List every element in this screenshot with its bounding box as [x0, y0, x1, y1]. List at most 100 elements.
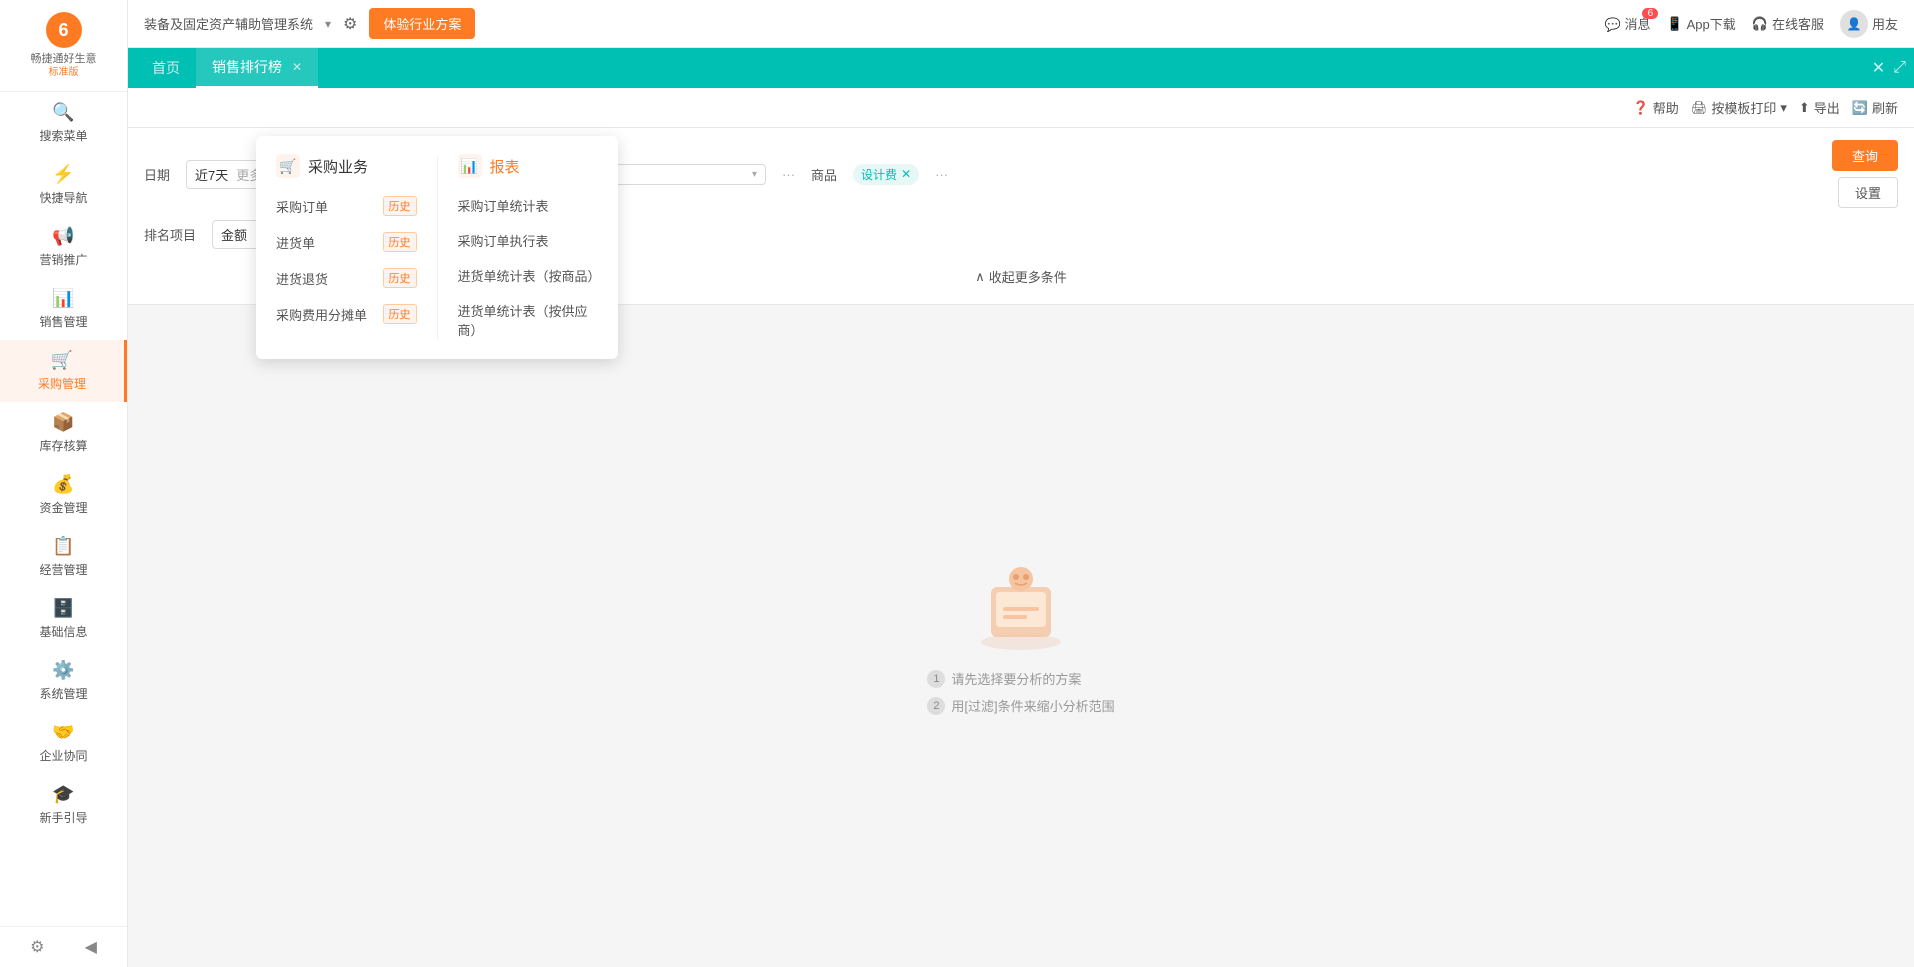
sidebar-item-enterprise[interactable]: 🤝企业协同: [0, 712, 127, 774]
online-service-btn[interactable]: 🎧 在线客服: [1752, 14, 1824, 33]
sidebar-collapse-btn[interactable]: ◀: [85, 937, 97, 957]
tab-close-icon[interactable]: ✕: [292, 60, 302, 74]
filter-settings-btn[interactable]: 设置: [1838, 177, 1898, 208]
msg-icon: 💬: [1605, 17, 1621, 32]
sales-icon: 📊: [52, 288, 74, 309]
refresh-label: 刷新: [1872, 98, 1898, 117]
purchase-menu-header: 🛒 采购业务: [264, 148, 429, 188]
menu-item-purchase-order[interactable]: 采购订单 历史: [264, 188, 429, 224]
main-content: 装备及固定资产辅助管理系统 ▾ ⚙ 体验行业方案 💬 消息 6 📱 App下载 …: [128, 0, 1914, 967]
tab-maximize-btn[interactable]: ⤢: [1893, 59, 1906, 77]
export-label: 导出: [1814, 98, 1840, 117]
user-avatar: 👤: [1840, 10, 1868, 38]
print-btn[interactable]: 🖨 按模板打印 ▾: [1691, 98, 1787, 117]
enterprise-icon: 🤝: [52, 722, 74, 743]
msg-btn[interactable]: 💬 消息 6: [1605, 14, 1651, 33]
logo-icon: 6: [46, 12, 82, 48]
empty-illustration: [961, 557, 1081, 657]
help-label: 帮助: [1653, 98, 1679, 117]
system-title-chevron[interactable]: ▾: [325, 17, 331, 31]
export-btn[interactable]: ⬆ 导出: [1799, 98, 1840, 117]
sidebar-item-newbie[interactable]: 🎓新手引导: [0, 774, 127, 836]
headset-icon: 🎧: [1752, 16, 1768, 32]
sidebar-item-search[interactable]: 🔍搜索菜单: [0, 92, 127, 154]
tab-sales-rank-label: 销售排行榜: [212, 57, 282, 77]
top-settings-icon[interactable]: ⚙: [343, 14, 357, 34]
tab-sales-rank[interactable]: 销售排行榜 ✕: [196, 48, 318, 88]
empty-tip-1: 1 请先选择要分析的方案: [927, 669, 1114, 688]
dropdown-menu: 🛒 采购业务 采购订单 历史 进货单 历史 进货退货 历史: [256, 136, 618, 359]
sidebar-settings-btn[interactable]: ⚙: [30, 937, 44, 957]
sidebar-item-quick-nav[interactable]: ⚡快捷导航: [0, 154, 127, 216]
sidebar-item-marketing[interactable]: 📢营销推广: [0, 216, 127, 278]
status-select[interactable]: ▾: [606, 164, 766, 185]
history-badge-1: 历史: [383, 232, 417, 252]
empty-tip-2: 2 用[过滤]条件来缩小分析范围: [927, 696, 1114, 715]
newbie-icon: 🎓: [52, 784, 74, 805]
app-download-btn[interactable]: 📱 App下载: [1666, 14, 1735, 33]
tab-home-label: 首页: [152, 58, 180, 78]
collapse-label: 收起更多条件: [989, 267, 1067, 286]
tab-home[interactable]: 首页: [136, 48, 196, 88]
system-title: 装备及固定资产辅助管理系统: [144, 14, 313, 33]
goods-label: 商品: [811, 165, 837, 184]
goods-tag[interactable]: 设计费 ✕: [853, 164, 919, 185]
sidebar-item-inventory[interactable]: 📦库存核算: [0, 402, 127, 464]
query-btn[interactable]: 查询: [1832, 140, 1898, 171]
online-service-label: 在线客服: [1772, 14, 1824, 33]
search-icon: 🔍: [52, 102, 74, 123]
report-menu-header: 📊 报表: [446, 148, 611, 188]
sidebar-item-purchase[interactable]: 🛒采购管理: [0, 340, 127, 402]
tab-controls: ✕ ⤢: [1872, 58, 1906, 78]
menu-item-order-exec[interactable]: 采购订单执行表: [446, 223, 611, 258]
menu-item-order-stats[interactable]: 采购订单统计表: [446, 188, 611, 223]
menu-col-report: 📊 报表 采购订单统计表 采购订单执行表 进货单统计表（按商品） 进货单统计表（…: [438, 148, 619, 347]
sidebar-footer: ⚙ ◀: [0, 926, 127, 967]
purchase-icon: 🛒: [51, 350, 73, 371]
sidebar-item-finance[interactable]: 💰资金管理: [0, 464, 127, 526]
sidebar-item-sales[interactable]: 📊销售管理: [0, 278, 127, 340]
collapse-btn[interactable]: ∧ 收起更多条件: [969, 261, 1073, 292]
top-bar: 装备及固定资产辅助管理系统 ▾ ⚙ 体验行业方案 💬 消息 6 📱 App下载 …: [128, 0, 1914, 48]
phone-icon: 📱: [1666, 16, 1682, 32]
sidebar-item-system[interactable]: ⚙️系统管理: [0, 650, 127, 712]
goods-tag-close[interactable]: ✕: [901, 167, 911, 181]
empty-state: 1 请先选择要分析的方案 2 用[过滤]条件来缩小分析范围: [128, 305, 1914, 967]
sidebar-item-basic[interactable]: 🗄️基础信息: [0, 588, 127, 650]
menu-item-inbound-stats-goods[interactable]: 进货单统计表（按商品）: [446, 258, 611, 293]
user-btn[interactable]: 👤 用友: [1840, 10, 1898, 38]
report-header-label: 报表: [490, 156, 520, 177]
help-icon: ❓: [1633, 100, 1649, 116]
menu-col-purchase: 🛒 采购业务 采购订单 历史 进货单 历史 进货退货 历史: [256, 148, 437, 347]
sidebar-item-operation[interactable]: 📋经营管理: [0, 526, 127, 588]
menu-item-purchase-expense[interactable]: 采购费用分摊单 历史: [264, 296, 429, 332]
msg-count: 6: [1642, 8, 1658, 19]
print-label: 按模板打印: [1711, 98, 1776, 117]
history-badge-0: 历史: [383, 196, 417, 216]
inventory-icon: 📦: [52, 412, 74, 433]
menu-item-inbound[interactable]: 进货单 历史: [264, 224, 429, 260]
menu-item-inbound-stats-supplier[interactable]: 进货单统计表（按供应商）: [446, 293, 611, 347]
help-btn[interactable]: ❓ 帮助: [1633, 98, 1679, 117]
history-badge-2: 历史: [383, 268, 417, 288]
finance-icon: 💰: [52, 474, 74, 495]
sidebar-logo: 6 畅捷通好生意 标准版: [0, 0, 127, 92]
goods-more-dots[interactable]: ···: [935, 167, 948, 182]
date-label: 日期: [144, 165, 170, 184]
top-bar-actions: 💬 消息 6 📱 App下载 🎧 在线客服 👤 用友: [1605, 10, 1898, 38]
purchase-header-label: 采购业务: [308, 156, 368, 177]
logo-text: 畅捷通好生意 标准版: [31, 52, 97, 79]
tab-close-btn[interactable]: ✕: [1872, 58, 1885, 78]
user-label: 用友: [1872, 14, 1898, 33]
industry-btn[interactable]: 体验行业方案: [369, 8, 475, 39]
menu-item-inbound-return[interactable]: 进货退货 历史: [264, 260, 429, 296]
history-badge-3: 历史: [383, 304, 417, 324]
export-icon: ⬆: [1799, 100, 1810, 116]
content-area: ❓ 帮助 🖨 按模板打印 ▾ ⬆ 导出 🔄 刷新: [128, 88, 1914, 967]
print-icon: 🖨: [1691, 100, 1708, 116]
refresh-btn[interactable]: 🔄 刷新: [1852, 98, 1898, 117]
rank-label: 排名项目: [144, 225, 196, 244]
purchase-header-icon: 🛒: [276, 154, 300, 178]
empty-tips: 1 请先选择要分析的方案 2 用[过滤]条件来缩小分析范围: [927, 669, 1114, 715]
app-download-label: App下载: [1687, 14, 1736, 33]
